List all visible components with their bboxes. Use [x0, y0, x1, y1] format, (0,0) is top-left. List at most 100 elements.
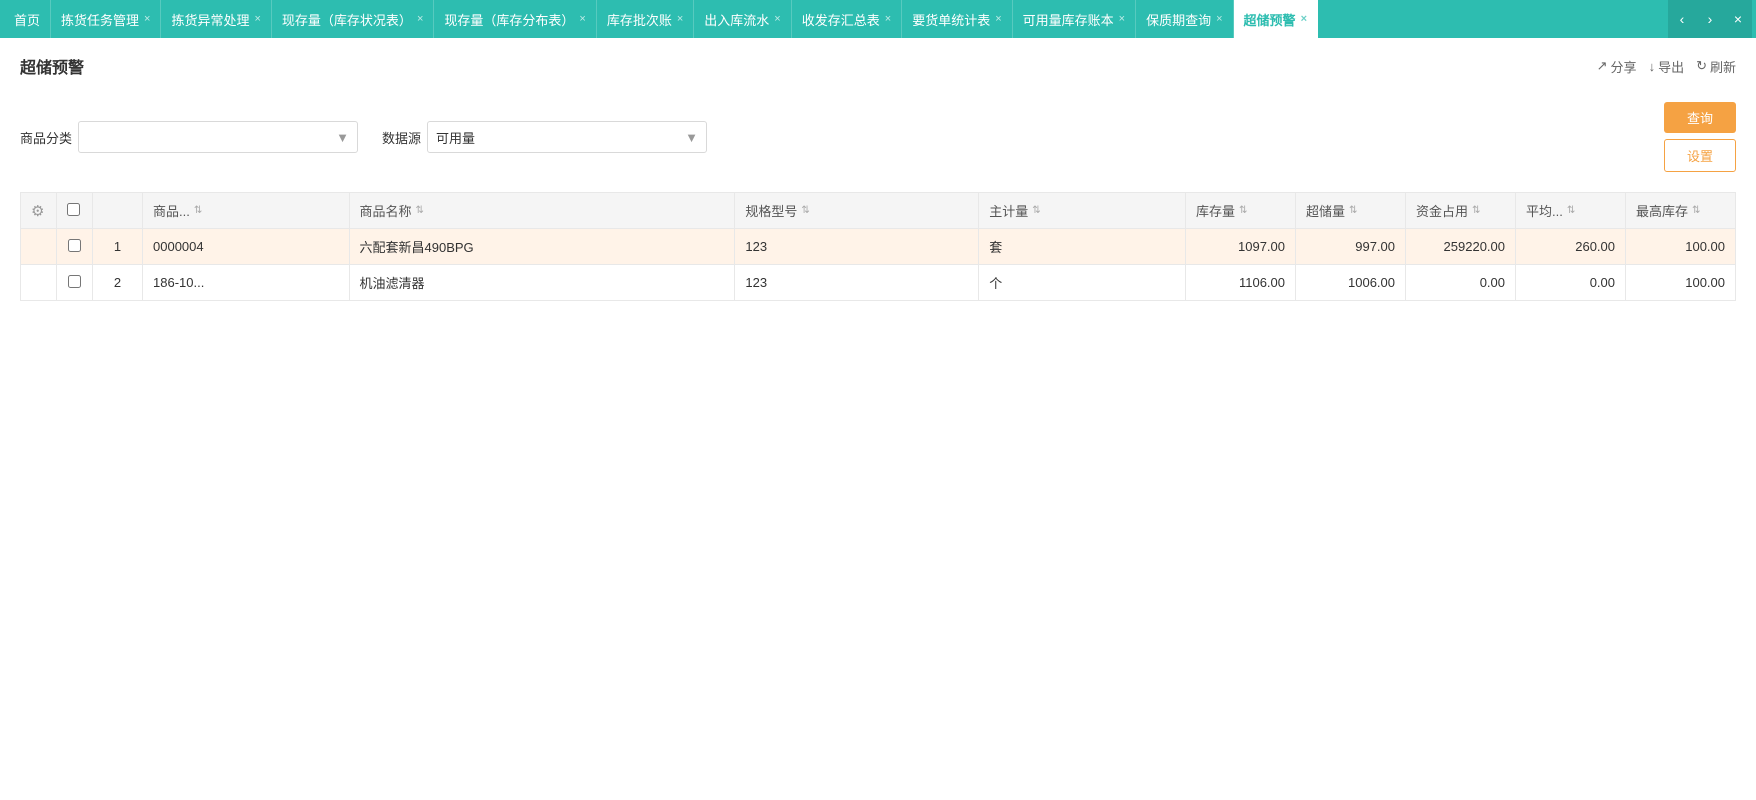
refresh-icon: ↻: [1696, 58, 1707, 74]
nav-tab-home[interactable]: 首页: [4, 0, 51, 38]
col-header-spec[interactable]: 规格型号 ⇅: [735, 193, 979, 229]
share-icon: ↗: [1597, 58, 1608, 74]
nav-tab-summary-label: 收发存汇总表: [802, 10, 880, 29]
col-header-unit[interactable]: 主计量 ⇅: [979, 193, 1186, 229]
sort-icon-code: ⇅: [194, 205, 202, 216]
table-body: 1 0000004 六配套新昌490BPG 123 套 1097.00 997.…: [21, 229, 1736, 301]
sort-icon-name: ⇅: [416, 205, 424, 216]
nav-tab-inout-label: 出入库流水: [704, 10, 769, 29]
nav-next-arrow[interactable]: ›: [1696, 0, 1724, 38]
col-header-avg[interactable]: 平均... ⇅: [1516, 193, 1626, 229]
nav-tab-demand-close[interactable]: ×: [995, 13, 1001, 25]
export-icon: ↓: [1649, 59, 1656, 74]
sort-icon-stock: ⇅: [1239, 205, 1247, 216]
nav-tab-stock-status-close[interactable]: ×: [417, 13, 423, 25]
row-max-stock-0: 100.00: [1626, 229, 1736, 265]
row-overstock-0: 997.00: [1296, 229, 1406, 265]
gear-icon[interactable]: ⚙: [31, 203, 44, 220]
row-code-1: 186-10...: [143, 265, 350, 301]
nav-prev-arrow[interactable]: ‹: [1668, 0, 1696, 38]
refresh-label: 刷新: [1710, 57, 1736, 76]
export-button[interactable]: ↓ 导出: [1649, 57, 1685, 76]
datasource-arrow-icon: ▼: [685, 130, 698, 145]
row-spec-0: 123: [735, 229, 979, 265]
category-filter: 商品分类 ▼: [20, 121, 358, 153]
sort-icon-max-stock: ⇅: [1692, 205, 1700, 216]
datasource-select[interactable]: 可用量 ▼: [427, 121, 707, 153]
nav-tab-available-close[interactable]: ×: [1119, 13, 1125, 25]
nav-tab-abnormal[interactable]: 拣货异常处理 ×: [161, 0, 271, 38]
top-navigation: 首页 拣货任务管理 × 拣货异常处理 × 现存量（库存状况表） × 现存量（库存…: [0, 0, 1756, 38]
filter-area: 商品分类 ▼ 数据源 可用量 ▼ 查询 设置: [20, 94, 1736, 180]
row-name-1: 机油滤清器: [349, 265, 735, 301]
share-label: 分享: [1611, 57, 1637, 76]
nav-tab-task-close[interactable]: ×: [144, 13, 150, 25]
col-header-stock[interactable]: 库存量 ⇅: [1186, 193, 1296, 229]
data-table: ⚙ 商品... ⇅ 商品名称 ⇅: [20, 192, 1736, 301]
export-label: 导出: [1658, 57, 1684, 76]
row-capital-1: 0.00: [1406, 265, 1516, 301]
nav-tab-demand-label: 要货单统计表: [912, 10, 990, 29]
category-select[interactable]: ▼: [78, 121, 358, 153]
header-actions: ↗ 分享 ↓ 导出 ↻ 刷新: [1597, 57, 1736, 76]
nav-tab-expiry[interactable]: 保质期查询 ×: [1136, 0, 1233, 38]
row-stock-1: 1106.00: [1186, 265, 1296, 301]
nav-tab-stock-dist[interactable]: 现存量（库存分布表） ×: [434, 0, 596, 38]
nav-tab-summary-close[interactable]: ×: [885, 13, 891, 25]
sort-icon-capital: ⇅: [1472, 205, 1480, 216]
nav-tab-abnormal-close[interactable]: ×: [254, 13, 260, 25]
nav-tab-batch-label: 库存批次账: [607, 10, 672, 29]
col-header-check: [57, 193, 93, 229]
filter-buttons: 查询 设置: [1664, 102, 1736, 172]
nav-tab-stock-dist-close[interactable]: ×: [579, 13, 585, 25]
nav-tab-summary[interactable]: 收发存汇总表 ×: [792, 0, 902, 38]
nav-tab-overstock[interactable]: 超储预警 ×: [1234, 0, 1318, 38]
nav-tab-overstock-close[interactable]: ×: [1301, 13, 1307, 25]
settings-button[interactable]: 设置: [1664, 139, 1736, 172]
row-overstock-1: 1006.00: [1296, 265, 1406, 301]
col-header-number: [93, 193, 143, 229]
row-code-0: 0000004: [143, 229, 350, 265]
col-header-capital[interactable]: 资金占用 ⇅: [1406, 193, 1516, 229]
table-header-row: ⚙ 商品... ⇅ 商品名称 ⇅: [21, 193, 1736, 229]
nav-tab-task-label: 拣货任务管理: [61, 10, 139, 29]
nav-tab-stock-status[interactable]: 现存量（库存状况表） ×: [272, 0, 434, 38]
nav-tab-batch-close[interactable]: ×: [677, 13, 683, 25]
row-unit-1: 个: [979, 265, 1186, 301]
row-checkbox-0[interactable]: [68, 239, 81, 252]
query-button[interactable]: 查询: [1664, 102, 1736, 133]
nav-tab-available[interactable]: 可用量库存账本 ×: [1013, 0, 1136, 38]
nav-tab-expiry-label: 保质期查询: [1146, 10, 1211, 29]
nav-arrows: ‹ › ×: [1668, 0, 1752, 38]
page-content: 超储预警 ↗ 分享 ↓ 导出 ↻ 刷新 商品分类 ▼ 数据源: [0, 38, 1756, 800]
datasource-filter: 数据源 可用量 ▼: [382, 121, 707, 153]
nav-tab-abnormal-label: 拣货异常处理: [171, 10, 249, 29]
sort-icon-spec: ⇅: [801, 205, 809, 216]
nav-tab-demand[interactable]: 要货单统计表 ×: [902, 0, 1012, 38]
datasource-value: 可用量: [436, 128, 475, 147]
col-header-max-stock[interactable]: 最高库存 ⇅: [1626, 193, 1736, 229]
sort-icon-overstock: ⇅: [1349, 205, 1357, 216]
col-header-name[interactable]: 商品名称 ⇅: [349, 193, 735, 229]
row-check-1: [57, 265, 93, 301]
nav-tab-batch[interactable]: 库存批次账 ×: [597, 0, 694, 38]
nav-tab-task[interactable]: 拣货任务管理 ×: [51, 0, 161, 38]
nav-tab-stock-status-label: 现存量（库存状况表）: [282, 10, 412, 29]
nav-tab-expiry-close[interactable]: ×: [1216, 13, 1222, 25]
row-stock-0: 1097.00: [1186, 229, 1296, 265]
nav-tab-inout-close[interactable]: ×: [774, 13, 780, 25]
category-arrow-icon: ▼: [336, 130, 349, 145]
row-gear-0: [21, 229, 57, 265]
row-checkbox-1[interactable]: [68, 275, 81, 288]
share-button[interactable]: ↗ 分享: [1597, 57, 1637, 76]
select-all-checkbox[interactable]: [67, 203, 80, 216]
row-max-stock-1: 100.00: [1626, 265, 1736, 301]
col-header-code[interactable]: 商品... ⇅: [143, 193, 350, 229]
nav-tab-inout[interactable]: 出入库流水 ×: [694, 0, 791, 38]
col-header-overstock[interactable]: 超储量 ⇅: [1296, 193, 1406, 229]
nav-tab-overstock-label: 超储预警: [1244, 10, 1296, 29]
refresh-button[interactable]: ↻ 刷新: [1696, 57, 1736, 76]
nav-close-arrow[interactable]: ×: [1724, 0, 1752, 38]
row-avg-1: 0.00: [1516, 265, 1626, 301]
row-number-1: 2: [93, 265, 143, 301]
